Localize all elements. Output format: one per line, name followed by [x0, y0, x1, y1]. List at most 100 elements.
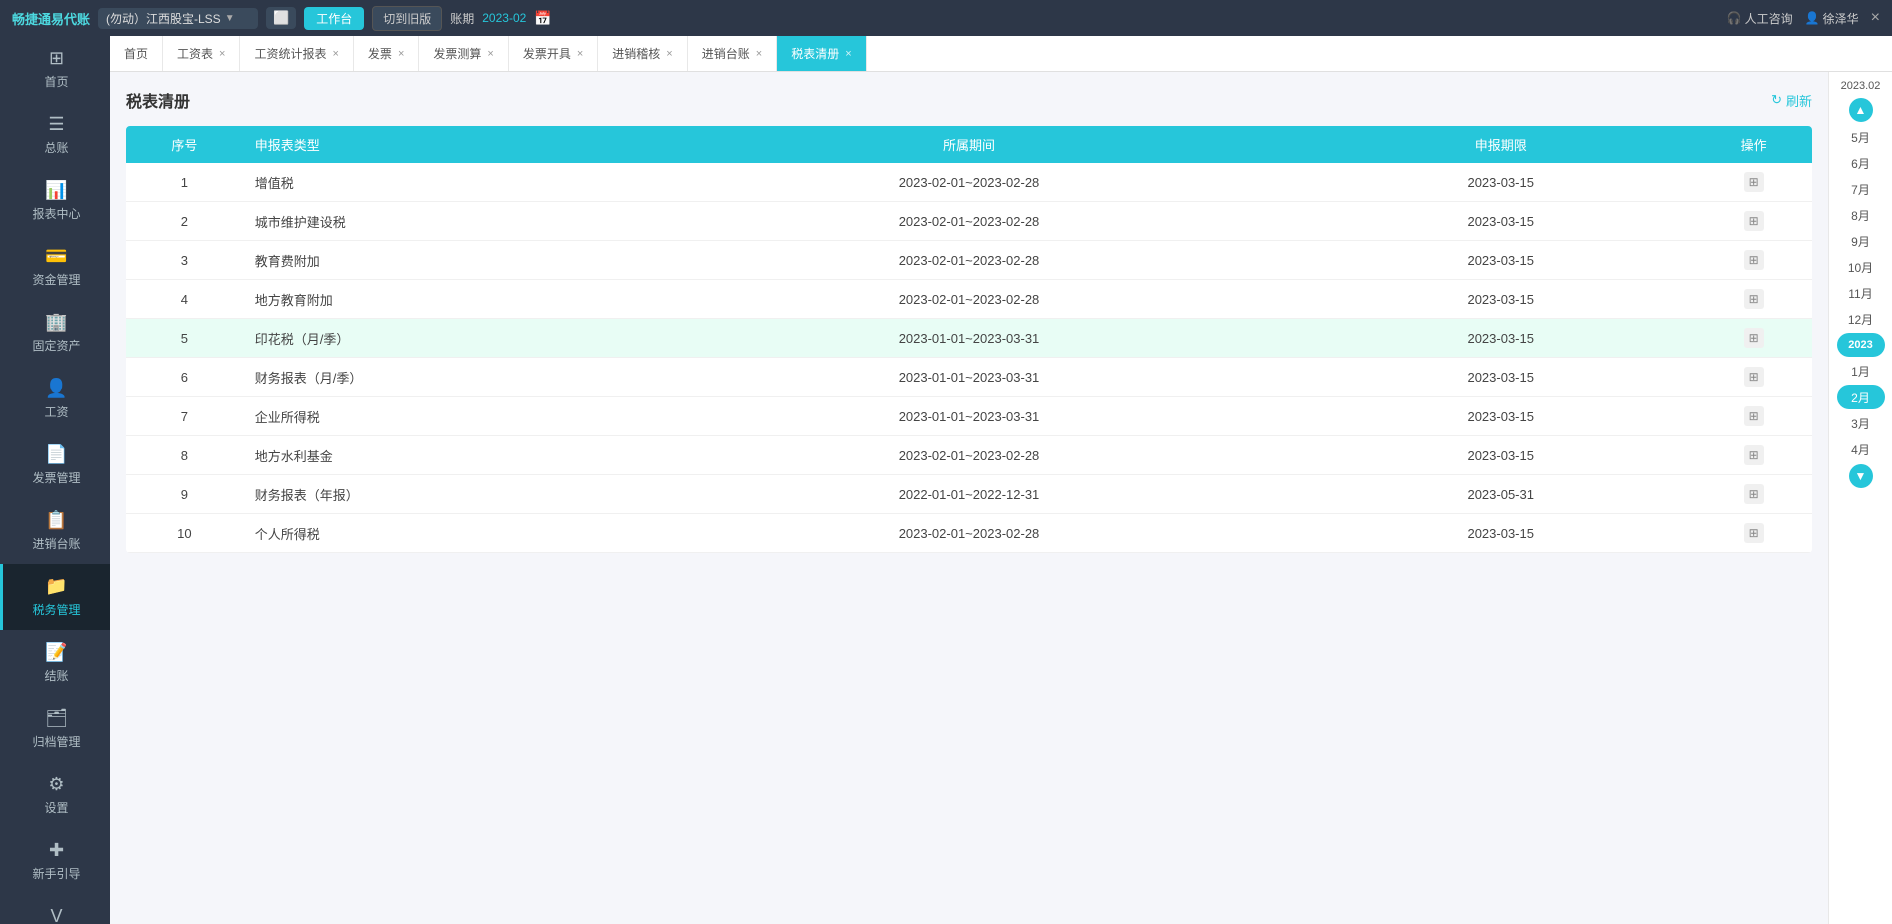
table-row: 9 财务报表（年报） 2022-01-01~2022-12-31 2023-05…	[126, 475, 1812, 514]
cell-period: 2023-02-01~2023-02-28	[632, 163, 1306, 202]
sidebar-item-archive[interactable]: 🗂 归档管理	[0, 696, 110, 762]
action-detail-icon[interactable]: ⊞	[1744, 250, 1764, 270]
cell-period: 2023-01-01~2023-03-31	[632, 358, 1306, 397]
sidebar-label-tax: 税务管理	[32, 601, 80, 618]
sidebar: ⊞ 首页 ☰ 总账 📊 报表中心 💳 资金管理 🏢 固定资产 👤 工资 📄 发票…	[0, 36, 110, 924]
ai-consult-btn[interactable]: 🎧 人工咨询	[1727, 10, 1793, 27]
cell-action: ⊞	[1695, 475, 1812, 514]
sidebar-label-home: 首页	[44, 73, 68, 90]
timeline-year-2023[interactable]: 2023	[1837, 333, 1885, 357]
sidebar-item-report-center[interactable]: 📊 报表中心	[0, 168, 110, 234]
timeline-month-12[interactable]: 12月	[1837, 307, 1885, 331]
cell-seq: 10	[126, 514, 243, 553]
cell-type: 地方水利基金	[243, 436, 632, 475]
guide-icon: ✚	[49, 840, 64, 861]
tax-icon: 📁	[45, 576, 67, 597]
timeline-month-9[interactable]: 9月	[1837, 229, 1885, 253]
action-detail-icon[interactable]: ⊞	[1744, 172, 1764, 192]
sidebar-item-general-ledger[interactable]: ☰ 总账	[0, 102, 110, 168]
cell-action: ⊞	[1695, 241, 1812, 280]
tab-close-icon[interactable]: ×	[332, 48, 338, 60]
company-selector[interactable]: (勿动）江西股宝-LSS ▼	[98, 8, 258, 29]
tab-close-icon[interactable]: ×	[756, 48, 762, 60]
timeline-month-apr[interactable]: 4月	[1837, 437, 1885, 461]
timeline-month-jan[interactable]: 1月	[1837, 359, 1885, 383]
salary-icon: 👤	[45, 378, 67, 399]
sidebar-item-fund-management[interactable]: 💳 资金管理	[0, 234, 110, 300]
action-detail-icon[interactable]: ⊞	[1744, 211, 1764, 231]
cell-period: 2023-02-01~2023-02-28	[632, 514, 1306, 553]
tab-salary-stats[interactable]: 工资统计报表 ×	[240, 36, 353, 72]
tab-close-icon[interactable]: ×	[666, 48, 672, 60]
timeline-month-11[interactable]: 11月	[1837, 281, 1885, 305]
timeline-month-7[interactable]: 7月	[1837, 177, 1885, 201]
page-content: 税表清册 ↻ 刷新 序号 申报表类型 所属期间 申报期限 操作	[110, 72, 1892, 924]
dropdown-arrow-icon: ▼	[225, 13, 235, 24]
action-detail-icon[interactable]: ⊞	[1744, 406, 1764, 426]
table-header-row: 序号 申报表类型 所属期间 申报期限 操作	[126, 126, 1812, 163]
timeline-month-feb[interactable]: 2月	[1837, 385, 1885, 409]
tab-close-icon[interactable]: ×	[577, 48, 583, 60]
timeline-up-button[interactable]: ▲	[1849, 98, 1873, 122]
cell-period: 2023-01-01~2023-03-31	[632, 397, 1306, 436]
tab-close-icon[interactable]: ×	[487, 48, 493, 60]
sidebar-label-settlement: 结账	[44, 667, 68, 684]
sidebar-item-member[interactable]: V 畅会员	[0, 894, 110, 924]
timeline-month-8[interactable]: 8月	[1837, 203, 1885, 227]
cell-seq: 5	[126, 319, 243, 358]
tab-home[interactable]: 首页	[110, 36, 163, 72]
top-bar: 畅捷通易代账 (勿动）江西股宝-LSS ▼ ⬜ 工作台 切到旧版 账期 2023…	[0, 0, 1892, 36]
action-detail-icon[interactable]: ⊞	[1744, 445, 1764, 465]
tab-close-icon[interactable]: ×	[398, 48, 404, 60]
sidebar-item-invoice[interactable]: 📄 发票管理	[0, 432, 110, 498]
sidebar-label-guide: 新手引导	[32, 865, 80, 882]
sidebar-item-salary[interactable]: 👤 工资	[0, 366, 110, 432]
sidebar-label-fund: 资金管理	[32, 271, 80, 288]
close-window-icon[interactable]: ×	[1871, 9, 1880, 27]
cell-seq: 2	[126, 202, 243, 241]
tab-import-check[interactable]: 进销稽核 ×	[598, 36, 687, 72]
tab-bar: 首页 工资表 × 工资统计报表 × 发票 × 发票测算 × 发票开具 ×	[110, 36, 1892, 72]
report-icon: 📊	[45, 180, 67, 201]
action-detail-icon[interactable]: ⊞	[1744, 367, 1764, 387]
timeline-down-button[interactable]: ▼	[1849, 464, 1873, 488]
timeline-month-5[interactable]: 5月	[1837, 125, 1885, 149]
refresh-icon: ↻	[1771, 92, 1782, 108]
sidebar-item-tax[interactable]: 📁 税务管理	[0, 564, 110, 630]
action-detail-icon[interactable]: ⊞	[1744, 328, 1764, 348]
sidebar-item-import-export[interactable]: 📋 进销台账	[0, 498, 110, 564]
timeline-month-10[interactable]: 10月	[1837, 255, 1885, 279]
action-detail-icon[interactable]: ⊞	[1744, 523, 1764, 543]
timeline-month-6[interactable]: 6月	[1837, 151, 1885, 175]
cell-deadline: 2023-03-15	[1306, 358, 1695, 397]
tab-invoice[interactable]: 发票 ×	[354, 36, 419, 72]
sidebar-item-settings[interactable]: ⚙ 设置	[0, 762, 110, 828]
page-title: 税表清册	[126, 88, 190, 112]
right-toolbar: 🎧 人工咨询 👤 徐泽华 ×	[1727, 9, 1880, 27]
page-inner: 税表清册 ↻ 刷新 序号 申报表类型 所属期间 申报期限 操作	[110, 72, 1828, 924]
sidebar-item-guide[interactable]: ✚ 新手引导	[0, 828, 110, 894]
content-area: 首页 工资表 × 工资统计报表 × 发票 × 发票测算 × 发票开具 ×	[110, 36, 1892, 924]
workbench-button[interactable]: 工作台	[304, 7, 364, 30]
copy-icon-btn[interactable]: ⬜	[266, 7, 296, 29]
timeline-month-mar[interactable]: 3月	[1837, 411, 1885, 435]
action-detail-icon[interactable]: ⊞	[1744, 484, 1764, 504]
calendar-icon[interactable]: 📅	[534, 10, 551, 27]
tab-invoice-open[interactable]: 发票开具 ×	[509, 36, 598, 72]
cell-action: ⊞	[1695, 202, 1812, 241]
sidebar-item-home[interactable]: ⊞ 首页	[0, 36, 110, 102]
sidebar-item-fixed-assets[interactable]: 🏢 固定资产	[0, 300, 110, 366]
user-info[interactable]: 👤 徐泽华	[1805, 10, 1859, 27]
refresh-button[interactable]: ↻ 刷新	[1771, 91, 1812, 110]
tab-import-check-label: 进销稽核	[612, 45, 660, 62]
tab-invoice-calc[interactable]: 发票测算 ×	[419, 36, 508, 72]
tab-salary-table[interactable]: 工资表 ×	[163, 36, 240, 72]
switch-version-button[interactable]: 切到旧版	[372, 6, 442, 31]
tab-import-ledger[interactable]: 进销台账 ×	[688, 36, 777, 72]
table-row: 2 城市维护建设税 2023-02-01~2023-02-28 2023-03-…	[126, 202, 1812, 241]
tab-tax-clearance[interactable]: 税表清册 ×	[777, 36, 866, 72]
action-detail-icon[interactable]: ⊞	[1744, 289, 1764, 309]
tab-close-icon[interactable]: ×	[845, 48, 851, 60]
tab-close-icon[interactable]: ×	[219, 48, 225, 60]
sidebar-item-settlement[interactable]: 📝 结账	[0, 630, 110, 696]
